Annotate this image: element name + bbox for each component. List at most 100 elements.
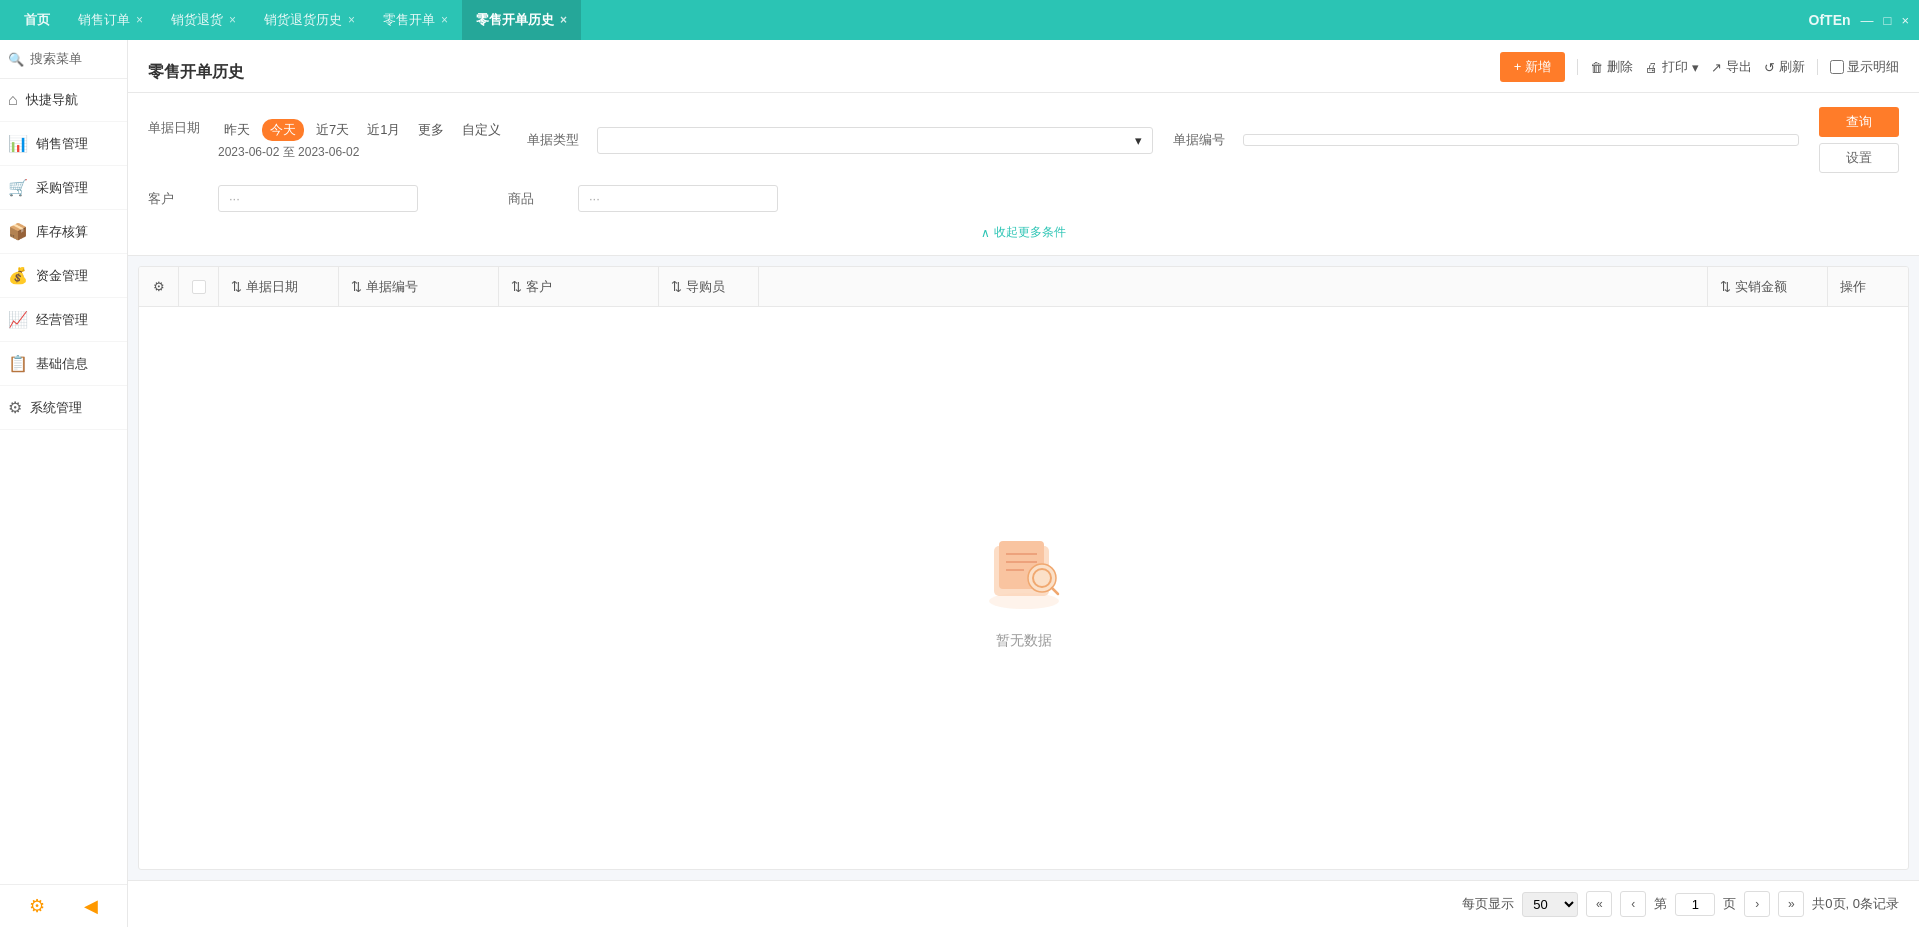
close-icon[interactable]: × <box>560 13 567 27</box>
tab-retail-open[interactable]: 零售开单 × <box>369 0 462 40</box>
date-opt-today[interactable]: 今天 <box>262 119 304 141</box>
date-filter-label: 单据日期 <box>148 119 208 137</box>
window-maximize[interactable]: □ <box>1884 13 1892 28</box>
brand-label: OfTEn <box>1809 12 1851 28</box>
collapse-bar[interactable]: ∧ 收起更多条件 <box>148 224 1899 241</box>
sidebar-item-sales-mgmt[interactable]: 📊 销售管理 <box>0 122 127 166</box>
empty-text: 暂无数据 <box>996 632 1052 650</box>
tab-sales-return-history[interactable]: 销货退货历史 × <box>250 0 369 40</box>
tab-home-label: 首页 <box>24 11 50 29</box>
home-icon: ⌂ <box>8 91 18 109</box>
col-order-no[interactable]: ⇅ 单据编号 <box>339 267 499 306</box>
tab-sales-return-label: 销货退货 <box>171 11 223 29</box>
select-all-checkbox[interactable] <box>192 280 206 294</box>
tab-retail-open-history[interactable]: 零售开单历史 × <box>462 0 581 40</box>
col-action-label: 操作 <box>1840 278 1866 296</box>
refresh-button[interactable]: ↺ 刷新 <box>1764 58 1805 76</box>
window-close[interactable]: × <box>1901 13 1909 28</box>
page-title: 零售开单历史 <box>148 62 244 83</box>
filter-row-1: 单据日期 昨天 今天 近7天 近1月 更多 自定义 2023-06-02 至 2… <box>148 107 1899 173</box>
tab-sales-order[interactable]: 销售订单 × <box>64 0 157 40</box>
col-date[interactable]: ⇅ 单据日期 <box>219 267 339 306</box>
tab-home[interactable]: 首页 <box>10 0 64 40</box>
last-page-button[interactable]: » <box>1778 891 1804 917</box>
display-cols-checkbox[interactable] <box>1830 60 1844 74</box>
sidebar-item-operations[interactable]: 📈 经营管理 <box>0 298 127 342</box>
sales-icon: 📊 <box>8 134 28 153</box>
export-button[interactable]: ↗ 导出 <box>1711 58 1752 76</box>
close-icon[interactable]: × <box>441 13 448 27</box>
goods-input[interactable]: ··· <box>578 185 778 212</box>
main-layout: 🔍 搜索菜单 ⌂ 快捷导航 📊 销售管理 🛒 采购管理 📦 库存核算 💰 资金管… <box>0 40 1919 927</box>
display-cols-label: 显示明细 <box>1847 58 1899 76</box>
refresh-icon: ↺ <box>1764 60 1775 75</box>
col-checkbox[interactable] <box>179 267 219 306</box>
operations-icon: 📈 <box>8 310 28 329</box>
print-button[interactable]: 🖨 打印 ▾ <box>1645 58 1699 76</box>
print-icon: 🖨 <box>1645 60 1658 75</box>
dropdown-icon: ▾ <box>1135 133 1142 148</box>
col-amount[interactable]: ⇅ 实销金额 <box>1708 267 1828 306</box>
refresh-label: 刷新 <box>1779 58 1805 76</box>
col-date-label: 单据日期 <box>246 278 298 296</box>
settings-bottom-icon[interactable]: ⚙ <box>29 895 45 917</box>
col-order-label: 单据编号 <box>366 278 418 296</box>
close-icon[interactable]: × <box>229 13 236 27</box>
order-type-select[interactable]: ▾ <box>597 127 1153 154</box>
col-settings[interactable]: ⚙ <box>139 267 179 306</box>
first-page-button[interactable]: « <box>1586 891 1612 917</box>
goods-filter-label: 商品 <box>508 190 568 208</box>
date-opt-yesterday[interactable]: 昨天 <box>218 119 256 141</box>
tab-retail-open-history-label: 零售开单历史 <box>476 11 554 29</box>
collapse-label: 收起更多条件 <box>994 224 1066 241</box>
close-icon[interactable]: × <box>348 13 355 27</box>
customer-filter-label: 客户 <box>148 190 208 208</box>
sidebar-item-basic-info[interactable]: 📋 基础信息 <box>0 342 127 386</box>
tab-sales-order-label: 销售订单 <box>78 11 130 29</box>
chevron-up-icon: ∧ <box>981 226 990 240</box>
sort-icon: ⇅ <box>231 279 242 294</box>
order-number-input[interactable] <box>1243 134 1799 146</box>
sidebar-item-label: 采购管理 <box>36 179 88 197</box>
sidebar-item-label: 资金管理 <box>36 267 88 285</box>
close-icon[interactable]: × <box>136 13 143 27</box>
sidebar-search[interactable]: 🔍 搜索菜单 <box>0 40 127 79</box>
tab-sales-return[interactable]: 销货退货 × <box>157 0 250 40</box>
per-page-select[interactable]: 50 10 20 100 <box>1522 892 1578 917</box>
settings-button[interactable]: 设置 <box>1819 143 1899 173</box>
col-guide-label: 导购员 <box>686 278 725 296</box>
customer-input[interactable]: ··· <box>218 185 418 212</box>
top-bar: 首页 销售订单 × 销货退货 × 销货退货历史 × 零售开单 × 零售开单历史 … <box>0 0 1919 40</box>
date-opt-more[interactable]: 更多 <box>412 119 450 141</box>
col-guide[interactable]: ⇅ 导购员 <box>659 267 759 306</box>
sidebar-item-system[interactable]: ⚙ 系统管理 <box>0 386 127 430</box>
table-area: ⚙ ⇅ 单据日期 ⇅ 单据编号 ⇅ 客户 ⇅ <box>138 266 1909 870</box>
next-page-button[interactable]: › <box>1744 891 1770 917</box>
sidebar-item-purchase-mgmt[interactable]: 🛒 采购管理 <box>0 166 127 210</box>
display-cols-button[interactable]: 显示明细 <box>1830 58 1899 76</box>
collapse-sidebar-icon[interactable]: ◀ <box>84 895 98 917</box>
sidebar-item-label: 销售管理 <box>36 135 88 153</box>
sidebar-item-finance[interactable]: 💰 资金管理 <box>0 254 127 298</box>
query-button[interactable]: 查询 <box>1819 107 1899 137</box>
delete-label: 删除 <box>1607 58 1633 76</box>
add-button[interactable]: + 新增 <box>1500 52 1565 82</box>
current-page-input[interactable] <box>1675 893 1715 916</box>
toolbar: + 新增 🗑 删除 🖨 打印 ▾ ↗ 导出 ↺ 刷新 <box>1500 52 1899 92</box>
col-action: 操作 <box>1828 267 1908 306</box>
window-minimize[interactable]: — <box>1861 13 1874 28</box>
prev-page-button[interactable]: ‹ <box>1620 891 1646 917</box>
sidebar-item-quick-nav[interactable]: ⌂ 快捷导航 <box>0 79 127 122</box>
date-opt-custom[interactable]: 自定义 <box>456 119 507 141</box>
date-opt-1month[interactable]: 近1月 <box>361 119 406 141</box>
delete-button[interactable]: 🗑 删除 <box>1590 58 1633 76</box>
empty-state: 暂无数据 <box>139 307 1908 869</box>
sidebar-item-inventory[interactable]: 📦 库存核算 <box>0 210 127 254</box>
sidebar-item-label: 系统管理 <box>30 399 82 417</box>
col-customer[interactable]: ⇅ 客户 <box>499 267 659 306</box>
date-opt-7days[interactable]: 近7天 <box>310 119 355 141</box>
filter-row-2: 客户 ··· 商品 ··· <box>148 185 1899 212</box>
col-amount-label: 实销金额 <box>1735 278 1787 296</box>
export-label: 导出 <box>1726 58 1752 76</box>
total-info: 共0页, 0条记录 <box>1812 895 1899 913</box>
